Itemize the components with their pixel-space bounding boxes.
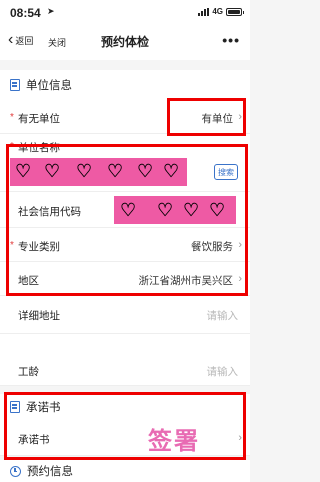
status-bar: 08:54 ➤ 4G	[0, 0, 250, 24]
credit-code-row[interactable]: 社会信用代码	[0, 192, 250, 228]
heart-icon	[107, 162, 123, 180]
category-label: 专业类别	[18, 241, 60, 253]
region-value: 浙江省湖州市吴兴区	[138, 275, 234, 287]
address-label: 详细地址	[18, 310, 60, 322]
chevron-right-icon: ›	[238, 111, 242, 123]
more-menu-button[interactable]: •••	[222, 32, 240, 48]
seniority-row[interactable]: 工龄 请输入	[0, 334, 250, 386]
address-input[interactable]: 请输入	[207, 308, 239, 323]
appointment-section-header: 预约信息	[0, 460, 250, 482]
unit-name-label: 单位名称	[18, 142, 60, 154]
unit-section-title: 单位信息	[26, 80, 72, 92]
status-indicators: 4G	[198, 7, 244, 16]
pledge-row[interactable]: 承诺书 ›	[0, 420, 250, 456]
heart-icon	[209, 201, 225, 219]
heart-icon	[120, 201, 136, 219]
address-row[interactable]: 详细地址 请输入	[0, 296, 250, 334]
required-mark: *	[10, 112, 14, 123]
has-unit-label: 有无单位	[18, 113, 60, 125]
battery-icon	[226, 7, 244, 16]
chevron-right-icon: ›	[238, 432, 242, 444]
clock-icon	[10, 465, 21, 477]
heart-icon	[15, 162, 31, 180]
nav-bar: ‹ 返回 关闭 预约体检 •••	[0, 24, 250, 60]
page-title: 预约体检	[100, 35, 149, 49]
status-time: 08:54	[10, 6, 41, 20]
category-value: 餐饮服务	[191, 241, 233, 253]
chevron-right-icon: ›	[238, 273, 242, 285]
search-button[interactable]: 搜索	[214, 164, 238, 180]
heart-icon	[44, 162, 60, 180]
has-unit-row[interactable]: * 有无单位 有单位 ›	[0, 100, 250, 134]
credit-code-label: 社会信用代码	[18, 206, 81, 218]
region-label: 地区	[18, 275, 39, 287]
required-mark: *	[10, 240, 14, 251]
required-mark: *	[10, 141, 14, 152]
location-arrow-icon: ➤	[47, 6, 55, 16]
category-row[interactable]: * 专业类别 餐饮服务 ›	[0, 228, 250, 262]
region-row[interactable]: 地区 浙江省湖州市吴兴区 ›	[0, 262, 250, 296]
has-unit-value: 有单位	[201, 113, 234, 125]
unit-section-header: 单位信息	[0, 70, 250, 100]
heart-icon	[183, 201, 199, 219]
seniority-label: 工龄	[18, 366, 39, 378]
heart-icon	[157, 201, 173, 219]
pledge-row-label: 承诺书	[18, 434, 50, 446]
chevron-right-icon: ›	[238, 239, 242, 251]
pledge-document-icon	[10, 401, 20, 413]
pledge-section-header: 承诺书	[0, 394, 250, 420]
heart-icon	[137, 162, 153, 180]
redacted-unit-name	[10, 158, 187, 186]
network-label: 4G	[212, 7, 223, 16]
seniority-input[interactable]: 请输入	[207, 364, 239, 379]
unit-name-row: * 单位名称 搜索	[0, 134, 250, 192]
sign-stamp: 签署	[148, 428, 200, 455]
pledge-section-title: 承诺书	[26, 402, 61, 414]
heart-icon	[163, 162, 179, 180]
appointment-section-title: 预约信息	[27, 466, 73, 478]
signal-icon	[198, 7, 210, 16]
heart-icon	[76, 162, 92, 180]
document-icon	[10, 79, 20, 91]
